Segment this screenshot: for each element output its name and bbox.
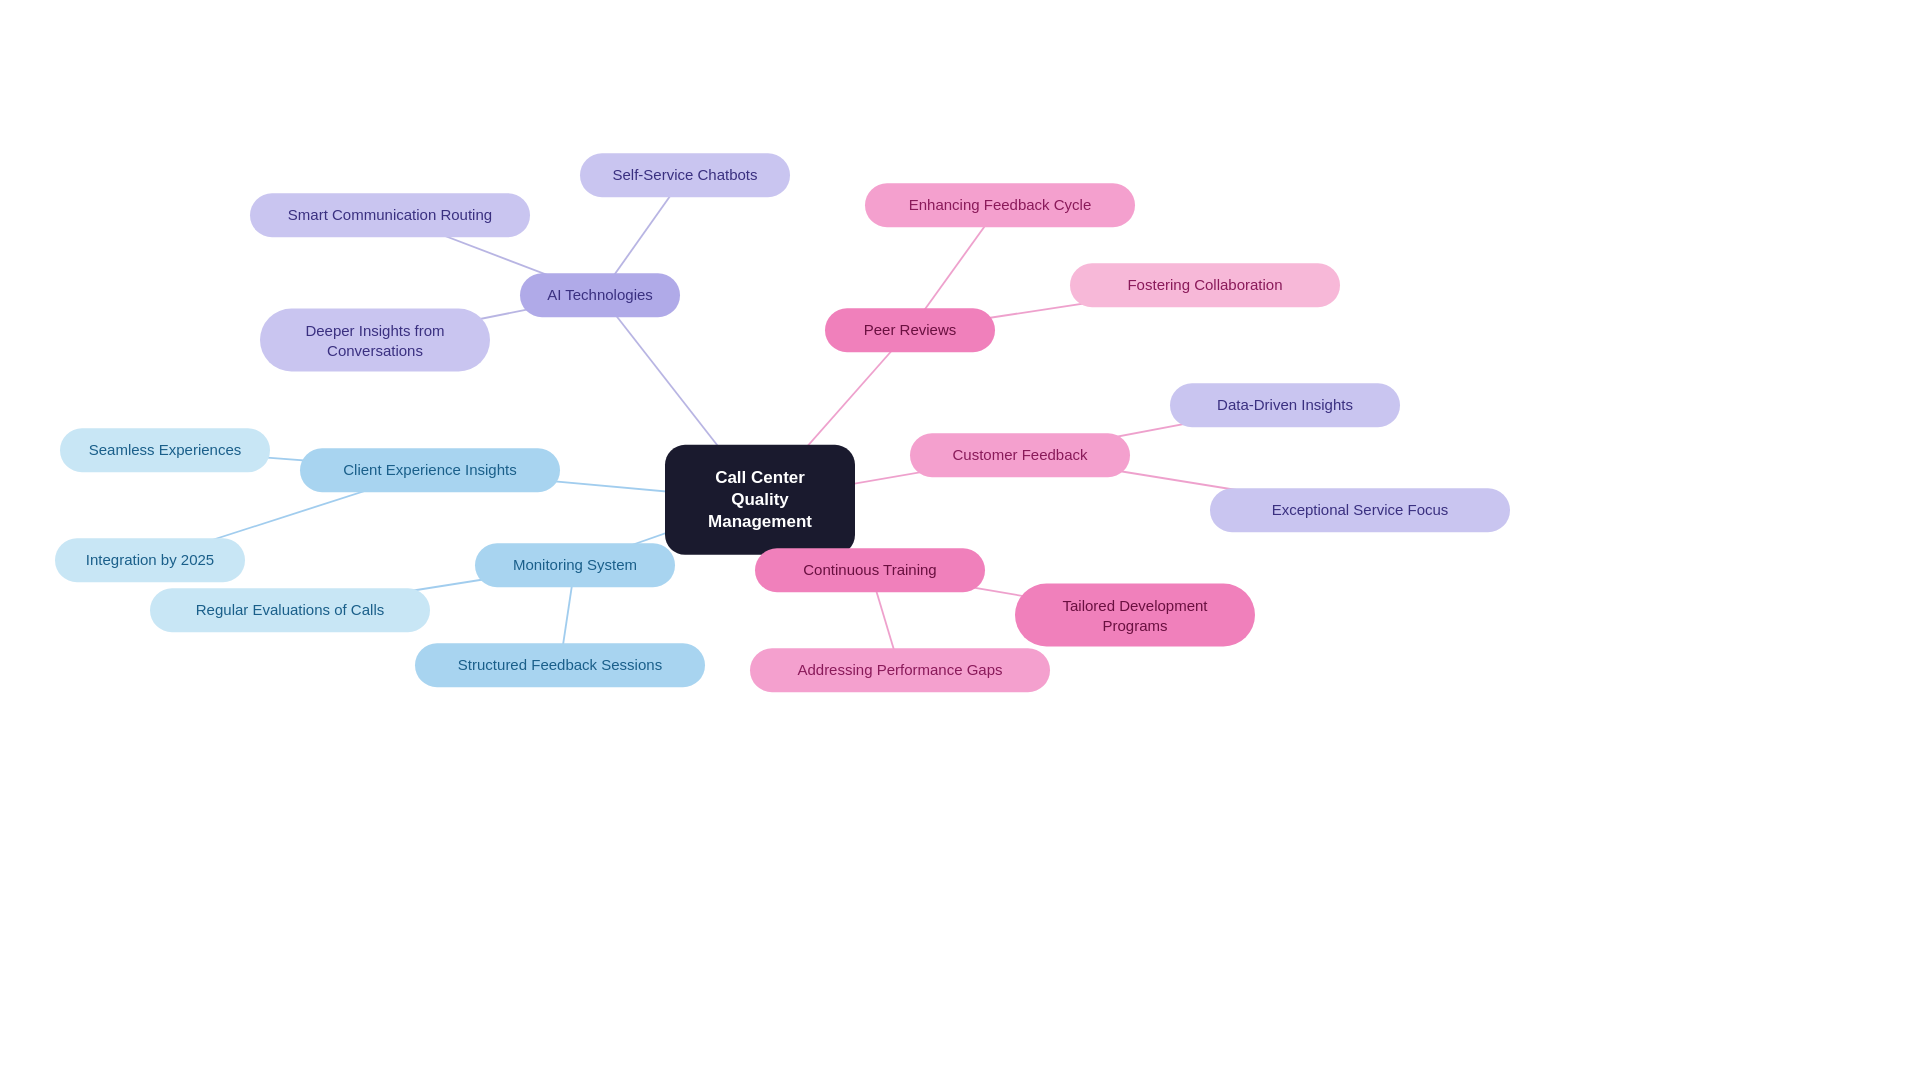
node-exceptional: Exceptional Service Focus xyxy=(1210,488,1510,532)
node-client-exp: Client Experience Insights xyxy=(300,448,560,492)
mindmap-container: Call Center Quality Management AI Technol… xyxy=(0,0,1920,1083)
node-smart-routing: Smart Communication Routing xyxy=(250,193,530,237)
node-seamless: Seamless Experiences xyxy=(60,428,270,472)
node-deeper-insights: Deeper Insights from Conversations xyxy=(260,309,490,372)
node-data-driven: Data-Driven Insights xyxy=(1170,383,1400,427)
node-regular-eval: Regular Evaluations of Calls xyxy=(150,588,430,632)
node-customer-fb: Customer Feedback xyxy=(910,433,1130,477)
node-ai-tech: AI Technologies xyxy=(520,273,680,317)
node-fostering: Fostering Collaboration xyxy=(1070,263,1340,307)
center-node: Call Center Quality Management xyxy=(665,445,855,555)
node-peer-reviews: Peer Reviews xyxy=(825,308,995,352)
node-continuous-train: Continuous Training xyxy=(755,548,985,592)
node-monitoring: Monitoring System xyxy=(475,543,675,587)
node-enhancing-fb: Enhancing Feedback Cycle xyxy=(865,183,1135,227)
node-structured-fb: Structured Feedback Sessions xyxy=(415,643,705,687)
node-self-service: Self-Service Chatbots xyxy=(580,153,790,197)
node-addressing: Addressing Performance Gaps xyxy=(750,648,1050,692)
node-tailored: Tailored Development Programs xyxy=(1015,584,1255,647)
node-integration: Integration by 2025 xyxy=(55,538,245,582)
connections-svg xyxy=(0,0,1920,1083)
